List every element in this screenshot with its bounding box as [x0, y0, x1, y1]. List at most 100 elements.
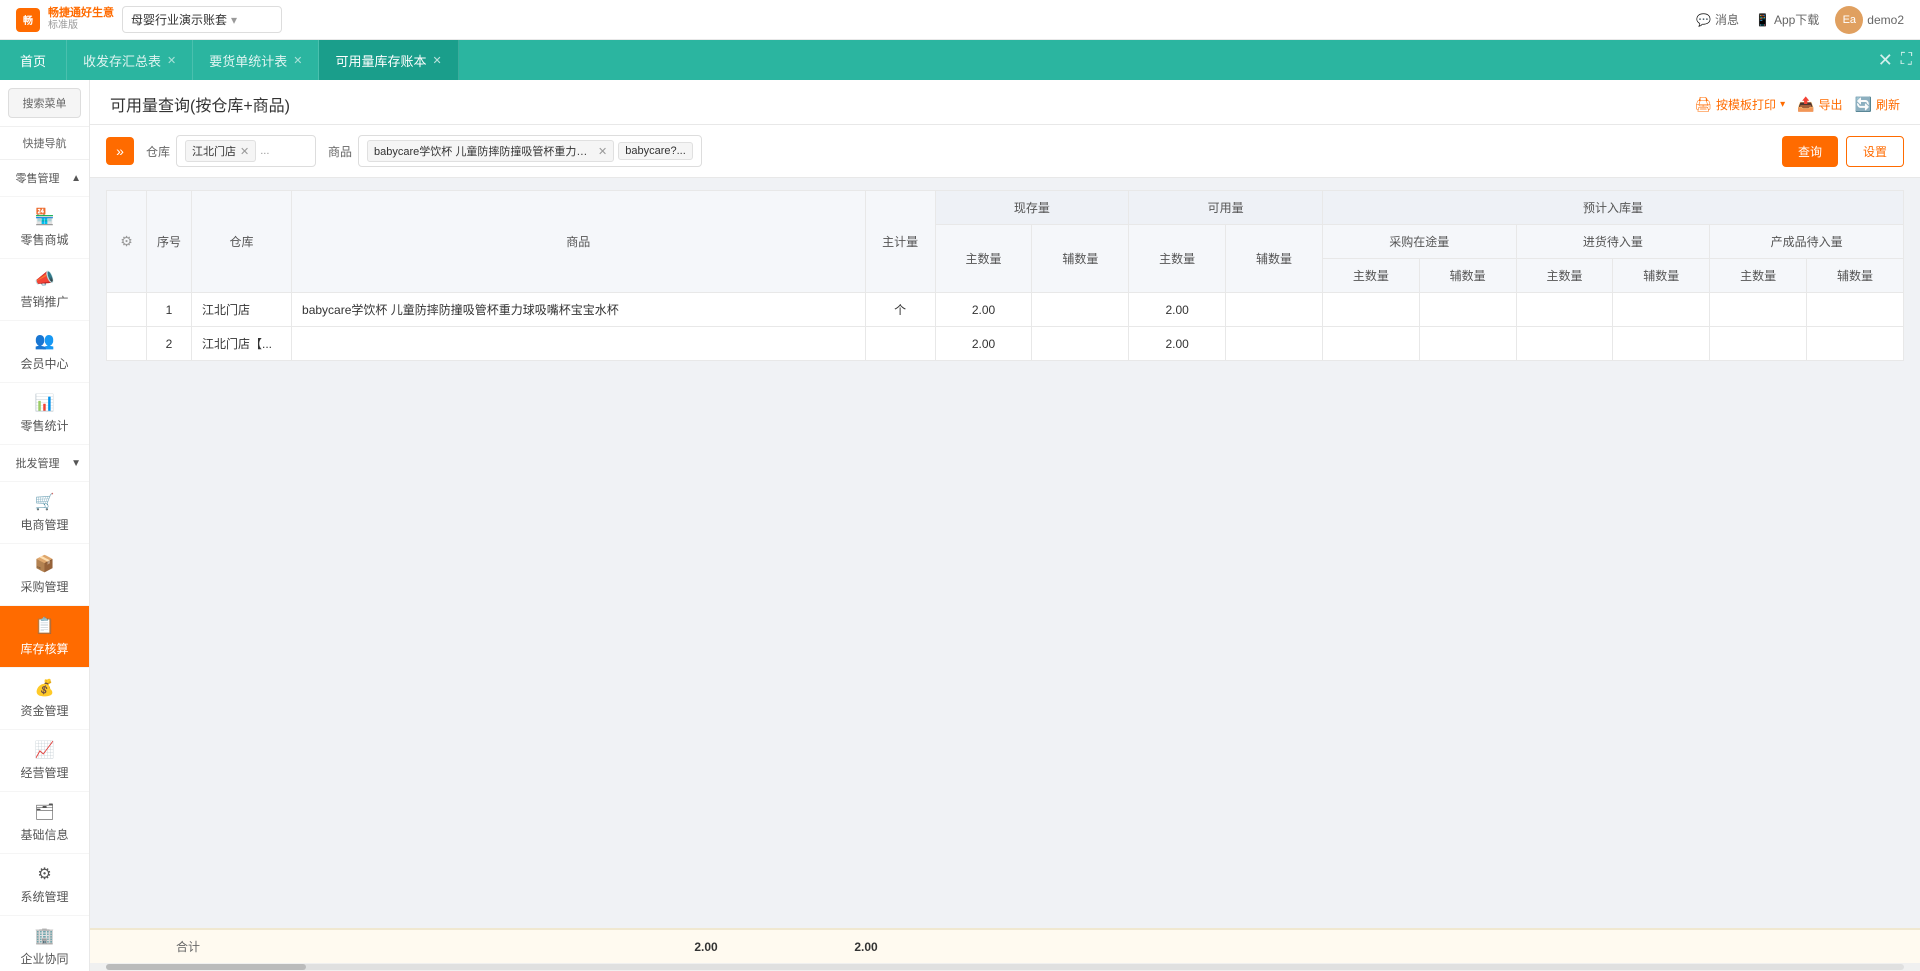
- row-stock-aux: [1032, 293, 1129, 327]
- sidebar-search-section: 搜索菜单: [0, 80, 89, 127]
- row-settings: [107, 327, 147, 361]
- row-purchase-transit-aux: [1419, 327, 1516, 361]
- filter-bar: » 仓库 江北门店 ✕ ... 商品 babycare学饮杯 儿童防摔防撞吸管杯…: [90, 125, 1920, 178]
- sidebar-item-inventory-check[interactable]: 📋 库存核算: [0, 606, 89, 668]
- col-production-pending-main-header: 主数量: [1710, 259, 1807, 293]
- row-product: [292, 327, 866, 361]
- warehouse-label: 仓库: [146, 143, 170, 160]
- tab-orders[interactable]: 要货单统计表 ✕: [193, 40, 319, 80]
- template-print-btn[interactable]: 🖨 按模板打印 ▾: [1694, 96, 1785, 113]
- warehouse-more[interactable]: ...: [260, 145, 269, 157]
- refresh-btn[interactable]: 🔄 刷新: [1855, 96, 1900, 113]
- setting-button[interactable]: 设置: [1846, 136, 1904, 167]
- sidebar-item-finance[interactable]: 💰 资金管理: [0, 668, 89, 730]
- remove-product-tag1[interactable]: ✕: [598, 145, 607, 158]
- row-available-main: 2.00: [1129, 327, 1226, 361]
- maximize-icon[interactable]: ⛶: [1901, 51, 1912, 69]
- tab-receipts[interactable]: 收发存汇总表 ✕: [67, 40, 193, 80]
- close-tab-receipts[interactable]: ✕: [167, 54, 176, 67]
- sidebar-item-retail-mgmt[interactable]: 零售管理 ▲: [0, 160, 89, 197]
- row-warehouse: 江北门店: [192, 293, 292, 327]
- row-production-pending-main: [1710, 293, 1807, 327]
- footer-available-main: 2.00: [826, 940, 906, 954]
- warehouse-filter-group: 仓库 江北门店 ✕ ...: [146, 135, 316, 167]
- close-tab-inventory[interactable]: ✕: [433, 54, 442, 67]
- col-production-pending-aux-header: 辅数量: [1807, 259, 1904, 293]
- top-bar: 畅 畅捷通好生意 标准版 母婴行业演示账套 ▾ 💬 消息 📱 App下载 Ea …: [0, 0, 1920, 40]
- export-icon: 📤: [1797, 96, 1814, 113]
- user-profile[interactable]: Ea demo2: [1835, 6, 1904, 34]
- sidebar-item-ecommerce[interactable]: 🛒 电商管理: [0, 482, 89, 544]
- table-row: 2 江北门店【... 2.00 2.00: [107, 327, 1904, 361]
- row-incoming-pending-main: [1516, 327, 1613, 361]
- row-incoming-pending-aux: [1613, 293, 1710, 327]
- sidebar-item-quick-nav[interactable]: 快捷导航: [0, 127, 89, 160]
- product-input[interactable]: babycare学饮杯 儿童防摔防撞吸管杯重力球吸嘴杯宝宝水杯 ✕ babyca…: [358, 135, 702, 167]
- row-settings: [107, 293, 147, 327]
- top-bar-left: 畅 畅捷通好生意 标准版 母婴行业演示账套 ▾: [16, 6, 282, 33]
- app-download-btn[interactable]: 📱 App下载: [1755, 11, 1819, 28]
- sidebar-item-system[interactable]: ⚙ 系统管理: [0, 854, 89, 916]
- sidebar-item-basic-info[interactable]: 🗂 基础信息: [0, 792, 89, 854]
- tab-window-actions: ✕ ⛶: [1870, 40, 1920, 80]
- retail-mall-icon: 🏪: [35, 207, 55, 227]
- col-purchase-transit-aux-header: 辅数量: [1419, 259, 1516, 293]
- message-icon: 💬: [1696, 13, 1711, 27]
- chevron-icon2: ▼: [71, 458, 81, 469]
- top-bar-right: 💬 消息 📱 App下载 Ea demo2: [1696, 6, 1904, 34]
- horizontal-scrollbar[interactable]: [90, 963, 1920, 971]
- chevron-down-icon: ▾: [231, 13, 237, 27]
- product-tag1: babycare学饮杯 儿童防摔防撞吸管杯重力球吸嘴杯宝宝水杯 ✕: [367, 140, 614, 162]
- sidebar-item-operations[interactable]: 📈 经营管理: [0, 730, 89, 792]
- warehouse-input[interactable]: 江北门店 ✕ ...: [176, 135, 316, 167]
- sidebar-item-members[interactable]: 👥 会员中心: [0, 321, 89, 383]
- row-stock-main: 2.00: [935, 293, 1032, 327]
- message-btn[interactable]: 💬 消息: [1696, 11, 1739, 28]
- sidebar-item-purchase[interactable]: 📦 采购管理: [0, 544, 89, 606]
- col-purchase-transit-header: 采购在途量: [1322, 225, 1516, 259]
- row-seq: 1: [147, 293, 192, 327]
- row-production-pending-aux: [1807, 293, 1904, 327]
- retail-stats-icon: 📊: [35, 393, 55, 413]
- row-available-main: 2.00: [1129, 293, 1226, 327]
- col-main-unit-header: 主计量: [865, 191, 935, 293]
- members-icon: 👥: [35, 331, 55, 351]
- export-btn[interactable]: 📤 导出: [1797, 96, 1842, 113]
- row-available-aux: [1226, 327, 1323, 361]
- close-tab-orders[interactable]: ✕: [293, 54, 302, 67]
- sidebar-item-enterprise[interactable]: 🏢 企业协同: [0, 916, 89, 971]
- sidebar-item-retail-mall[interactable]: 🏪 零售商城: [0, 197, 89, 259]
- avatar: Ea: [1835, 6, 1863, 34]
- print-icon: 🖨: [1694, 96, 1712, 113]
- scrollbar-thumb[interactable]: [106, 964, 306, 970]
- ecommerce-icon: 🛒: [35, 492, 55, 512]
- col-incoming-pending-main-header: 主数量: [1516, 259, 1613, 293]
- settings-gear-icon[interactable]: ⚙: [120, 233, 133, 249]
- finance-icon: 💰: [35, 678, 55, 698]
- close-window-icon[interactable]: ✕: [1878, 50, 1893, 71]
- row-production-pending-main: [1710, 327, 1807, 361]
- sidebar-item-wholesale-mgmt[interactable]: 批发管理 ▼: [0, 445, 89, 482]
- product-filter-group: 商品 babycare学饮杯 儿童防摔防撞吸管杯重力球吸嘴杯宝宝水杯 ✕ bab…: [328, 135, 702, 167]
- chevron-icon: ▲: [71, 173, 81, 184]
- col-incoming-pending-aux-header: 辅数量: [1613, 259, 1710, 293]
- sidebar-item-marketing[interactable]: 📣 营销推广: [0, 259, 89, 321]
- col-purchase-transit-main-header: 主数量: [1322, 259, 1419, 293]
- table-area: ⚙ 序号 仓库 商品 主计量: [90, 178, 1920, 928]
- search-menu-btn[interactable]: 搜索菜单: [8, 88, 81, 118]
- tab-home[interactable]: 首页: [0, 40, 67, 80]
- tenant-selector[interactable]: 母婴行业演示账套 ▾: [122, 6, 282, 33]
- query-button[interactable]: 查询: [1782, 136, 1838, 167]
- row-production-pending-aux: [1807, 327, 1904, 361]
- system-icon: ⚙: [37, 864, 51, 884]
- filter-toggle-btn[interactable]: »: [106, 137, 134, 165]
- product-tag2: babycare?...: [618, 142, 693, 160]
- tab-inventory[interactable]: 可用量库存账本 ✕: [319, 40, 458, 80]
- col-production-pending-header: 产成品待入量: [1710, 225, 1904, 259]
- remove-warehouse-tag[interactable]: ✕: [240, 145, 249, 158]
- enterprise-icon: 🏢: [35, 926, 55, 946]
- sidebar-item-retail-stats[interactable]: 📊 零售统计: [0, 383, 89, 445]
- marketing-icon: 📣: [35, 269, 55, 289]
- row-stock-main: 2.00: [935, 327, 1032, 361]
- col-stock-aux-header: 辅数量: [1032, 225, 1129, 293]
